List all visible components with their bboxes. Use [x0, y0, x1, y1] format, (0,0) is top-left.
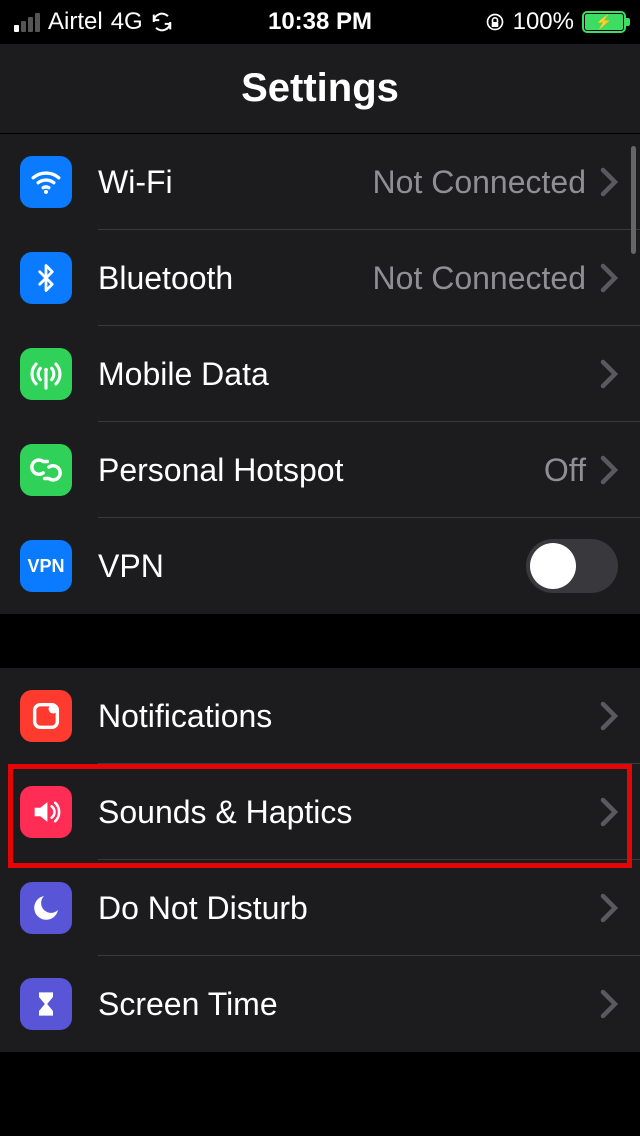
row-personal-hotspot[interactable]: Personal Hotspot Off [0, 422, 640, 518]
chevron-right-icon [600, 359, 618, 389]
link-icon [20, 444, 72, 496]
chevron-right-icon [600, 797, 618, 827]
row-notifications[interactable]: Notifications [0, 668, 640, 764]
notifications-label: Notifications [98, 698, 272, 735]
chevron-right-icon [600, 263, 618, 293]
row-mobile-data[interactable]: Mobile Data [0, 326, 640, 422]
vpn-icon: VPN [20, 540, 72, 592]
chevron-right-icon [600, 701, 618, 731]
network-label: 4G [111, 8, 143, 36]
settings-group-connectivity: Wi-Fi Not Connected Bluetooth Not Connec… [0, 134, 640, 614]
chevron-right-icon [600, 455, 618, 485]
battery-percent: 100% [513, 8, 574, 36]
chevron-right-icon [600, 989, 618, 1019]
clock: 10:38 PM [268, 8, 372, 36]
row-do-not-disturb[interactable]: Do Not Disturb [0, 860, 640, 956]
signal-icon [14, 13, 40, 32]
wifi-label: Wi-Fi [98, 164, 173, 201]
hotspot-value: Off [544, 452, 586, 489]
battery-icon: ⚡ [582, 11, 626, 33]
nav-header: Settings [0, 44, 640, 134]
row-vpn[interactable]: VPN VPN [0, 518, 640, 614]
sync-icon [151, 11, 173, 33]
row-bluetooth[interactable]: Bluetooth Not Connected [0, 230, 640, 326]
row-sounds-haptics[interactable]: Sounds & Haptics [0, 764, 640, 860]
row-screen-time[interactable]: Screen Time [0, 956, 640, 1052]
chevron-right-icon [600, 893, 618, 923]
wifi-icon [20, 156, 72, 208]
row-wifi[interactable]: Wi-Fi Not Connected [0, 134, 640, 230]
sounds-label: Sounds & Haptics [98, 794, 352, 831]
settings-group-system: Notifications Sounds & Haptics Do Not Di… [0, 668, 640, 1052]
carrier-label: Airtel [48, 8, 103, 36]
bluetooth-value: Not Connected [373, 260, 586, 297]
page-title: Settings [241, 66, 399, 111]
speaker-icon [20, 786, 72, 838]
bluetooth-icon [20, 252, 72, 304]
wifi-value: Not Connected [373, 164, 586, 201]
moon-icon [20, 882, 72, 934]
orientation-lock-icon [485, 12, 505, 32]
antenna-icon [20, 348, 72, 400]
screen-time-label: Screen Time [98, 986, 278, 1023]
vpn-label: VPN [98, 548, 164, 585]
chevron-right-icon [600, 167, 618, 197]
scroll-indicator [631, 146, 636, 254]
dnd-label: Do Not Disturb [98, 890, 308, 927]
hourglass-icon [20, 978, 72, 1030]
mobile-data-label: Mobile Data [98, 356, 269, 393]
vpn-toggle[interactable] [526, 539, 618, 593]
status-bar: Airtel 4G 10:38 PM 100% ⚡ [0, 0, 640, 44]
bluetooth-label: Bluetooth [98, 260, 233, 297]
notifications-icon [20, 690, 72, 742]
hotspot-label: Personal Hotspot [98, 452, 343, 489]
